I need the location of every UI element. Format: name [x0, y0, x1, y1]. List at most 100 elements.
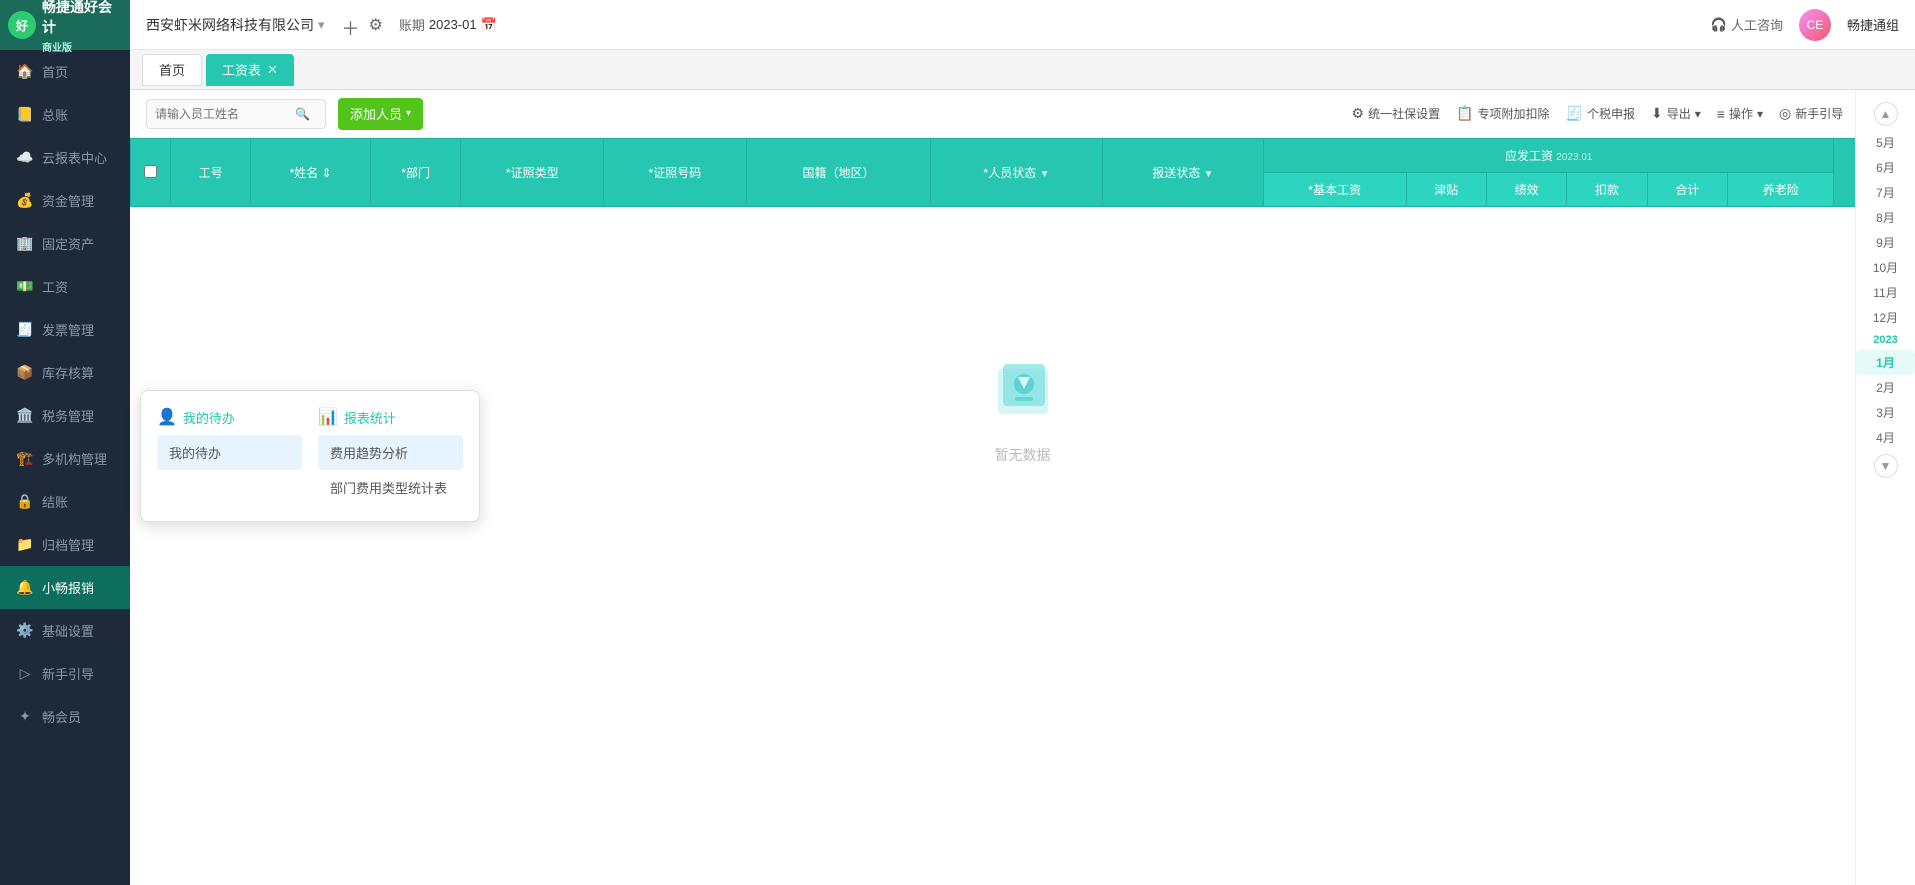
sidebar-label-inventory: 库存核算	[42, 363, 94, 382]
add-person-button[interactable]: 添加人员 ▾	[338, 98, 423, 130]
service-label: 人工咨询	[1731, 15, 1783, 34]
sidebar-label-ledger: 总账	[42, 105, 68, 124]
export-icon: ⬇	[1651, 105, 1663, 122]
col-allowance: 津贴	[1406, 173, 1486, 207]
sidebar-item-multi-org[interactable]: 🏗️ 多机构管理	[0, 437, 130, 480]
cloud-icon: ☁️	[16, 149, 34, 167]
settings-button[interactable]: ⚙	[369, 15, 383, 35]
month-2[interactable]: 2月	[1856, 375, 1915, 400]
tabs-bar: 首页 工资表 ✕	[130, 50, 1915, 90]
sidebar-item-ledger[interactable]: 📒 总账	[0, 93, 130, 136]
tab-close-icon[interactable]: ✕	[267, 62, 278, 78]
salary-table: 工号 *姓名 ⇕ *部门 *证照类型 *证照号码 国籍（地区） *人员状态 ▼ …	[130, 138, 1915, 607]
month-12[interactable]: 12月	[1856, 305, 1915, 330]
tab-home[interactable]: 首页	[142, 54, 202, 86]
sidebar-item-basic[interactable]: ⚙️ 基础设置	[0, 609, 130, 652]
todo-header-icon: 👤	[157, 407, 177, 427]
multiorg-icon: 🏗️	[16, 450, 34, 468]
operations-btn[interactable]: ≡ 操作 ▾	[1717, 105, 1763, 122]
company-dropdown-arrow[interactable]: ▾	[318, 17, 325, 33]
month-3[interactable]: 3月	[1856, 400, 1915, 425]
sidebar-item-salary[interactable]: 💵 工资	[0, 265, 130, 308]
social-security-label: 统一社保设置	[1368, 105, 1440, 122]
settings-icon: ⚙️	[16, 622, 34, 640]
popup-report-item-1[interactable]: 费用趋势分析	[318, 435, 463, 470]
tax-report-label: 个税申报	[1587, 105, 1635, 122]
service-button[interactable]: 🎧 人工咨询	[1711, 15, 1783, 34]
col-deduction: 扣款	[1567, 173, 1647, 207]
member-icon: ✦	[16, 708, 34, 726]
sidebar-item-closing[interactable]: 🔒 结账	[0, 480, 130, 523]
guide-label: 新手引导	[1795, 105, 1843, 122]
empty-illustration	[983, 349, 1063, 429]
select-all-header	[131, 139, 171, 207]
tax-icon: 🏛️	[16, 407, 34, 425]
logo-icon: 好	[8, 11, 36, 39]
sidebar-item-guide[interactable]: ▷ 新手引导	[0, 652, 130, 695]
popup-todo-label: 我的待办	[183, 408, 235, 427]
month-5[interactable]: 5月	[1856, 130, 1915, 155]
col-dept: *部门	[370, 139, 461, 207]
period-label: 账期	[399, 15, 425, 34]
month-8[interactable]: 8月	[1856, 205, 1915, 230]
month-nav-up[interactable]: ▲	[1874, 102, 1898, 126]
sidebar-label-basic: 基础设置	[42, 621, 94, 640]
export-btn[interactable]: ⬇ 导出 ▾	[1651, 105, 1701, 122]
user-name[interactable]: 畅捷通组	[1847, 15, 1899, 34]
search-input[interactable]	[155, 107, 295, 121]
month-7[interactable]: 7月	[1856, 180, 1915, 205]
month-11[interactable]: 11月	[1856, 280, 1915, 305]
sidebar-item-member[interactable]: ✦ 畅会员	[0, 695, 130, 738]
sidebar-label-xiaochang: 小畅报销	[42, 578, 94, 597]
popup-todo-header: 👤 我的待办	[157, 407, 302, 427]
sidebar-item-invoice[interactable]: 🧾 发票管理	[0, 308, 130, 351]
special-deduct-btn[interactable]: 📋 专项附加扣除	[1456, 105, 1549, 122]
social-security-btn[interactable]: ⚙ 统一社保设置	[1352, 105, 1441, 122]
month-6[interactable]: 6月	[1856, 155, 1915, 180]
app-logo: 好 畅捷通好会计 商业版	[0, 0, 130, 50]
add-person-label: 添加人员	[350, 104, 402, 123]
popup-col-todo: 👤 我的待办 我的待办	[157, 407, 302, 505]
sidebar-item-home[interactable]: 🏠 首页	[0, 50, 130, 93]
topbar-right: 🎧 人工咨询 CE 畅捷通组	[1711, 9, 1899, 41]
special-deduct-label: 专项附加扣除	[1478, 105, 1550, 122]
month-4[interactable]: 4月	[1856, 425, 1915, 450]
month-10[interactable]: 10月	[1856, 255, 1915, 280]
sidebar-label-closing: 结账	[42, 492, 68, 511]
sidebar-item-xiaochang[interactable]: 🔔 小畅报销	[0, 566, 130, 609]
sidebar-label-guide: 新手引导	[42, 664, 94, 683]
month-9[interactable]: 9月	[1856, 230, 1915, 255]
popup-columns: 👤 我的待办 我的待办 📊 报表统计 费用趋势分析 部门费用类型统计表	[157, 407, 463, 505]
sidebar-item-inventory[interactable]: 📦 库存核算	[0, 351, 130, 394]
user-avatar: CE	[1799, 9, 1831, 41]
sidebar-item-fixed-asset[interactable]: 🏢 固定资产	[0, 222, 130, 265]
sidebar-item-archive[interactable]: 📁 归档管理	[0, 523, 130, 566]
report-header-icon: 📊	[318, 407, 338, 427]
tax-report-btn[interactable]: 🧾 个税申报	[1566, 105, 1635, 122]
col-id-no: *证照号码	[604, 139, 747, 207]
calendar-icon[interactable]: 📅	[481, 17, 497, 33]
sidebar-item-tax[interactable]: 🏛️ 税务管理	[0, 394, 130, 437]
salary-icon: 💵	[16, 278, 34, 296]
sidebar-item-cloud-report[interactable]: ☁️ 云报表中心	[0, 136, 130, 179]
add-person-arrow: ▾	[406, 108, 411, 119]
select-all-checkbox[interactable]	[144, 165, 157, 178]
tab-salary-table[interactable]: 工资表 ✕	[206, 54, 294, 86]
sidebar-item-fund[interactable]: 💰 资金管理	[0, 179, 130, 222]
popup-todo-item[interactable]: 我的待办	[157, 435, 302, 470]
col-total: 合计	[1647, 173, 1727, 207]
export-label: 导出	[1667, 105, 1691, 122]
col-nationality: 国籍（地区）	[746, 139, 931, 207]
sidebar-label-multiorg: 多机构管理	[42, 449, 107, 468]
archive-icon: 📁	[16, 536, 34, 554]
toolbar: 🔍 添加人员 ▾ ⚙ 统一社保设置 📋 专项附加扣除 🧾 个税申报 ⬇ 导出 ▾	[130, 90, 1915, 138]
xiaochang-icon: 🔔	[16, 579, 34, 597]
month-1-current[interactable]: 1月	[1856, 350, 1915, 375]
add-button[interactable]: ＋	[341, 15, 361, 35]
sidebar: 好 畅捷通好会计 商业版 🏠 首页 📒 总账 ☁️ 云报表中心 💰 资金管理 🏢…	[0, 0, 130, 885]
month-nav-down[interactable]: ▼	[1874, 454, 1898, 478]
guide-btn[interactable]: ◎ 新手引导	[1779, 105, 1843, 122]
tab-home-label: 首页	[159, 60, 185, 79]
popup-report-item-2[interactable]: 部门费用类型统计表	[318, 470, 463, 505]
col-person-status: *人员状态 ▼	[931, 139, 1102, 207]
